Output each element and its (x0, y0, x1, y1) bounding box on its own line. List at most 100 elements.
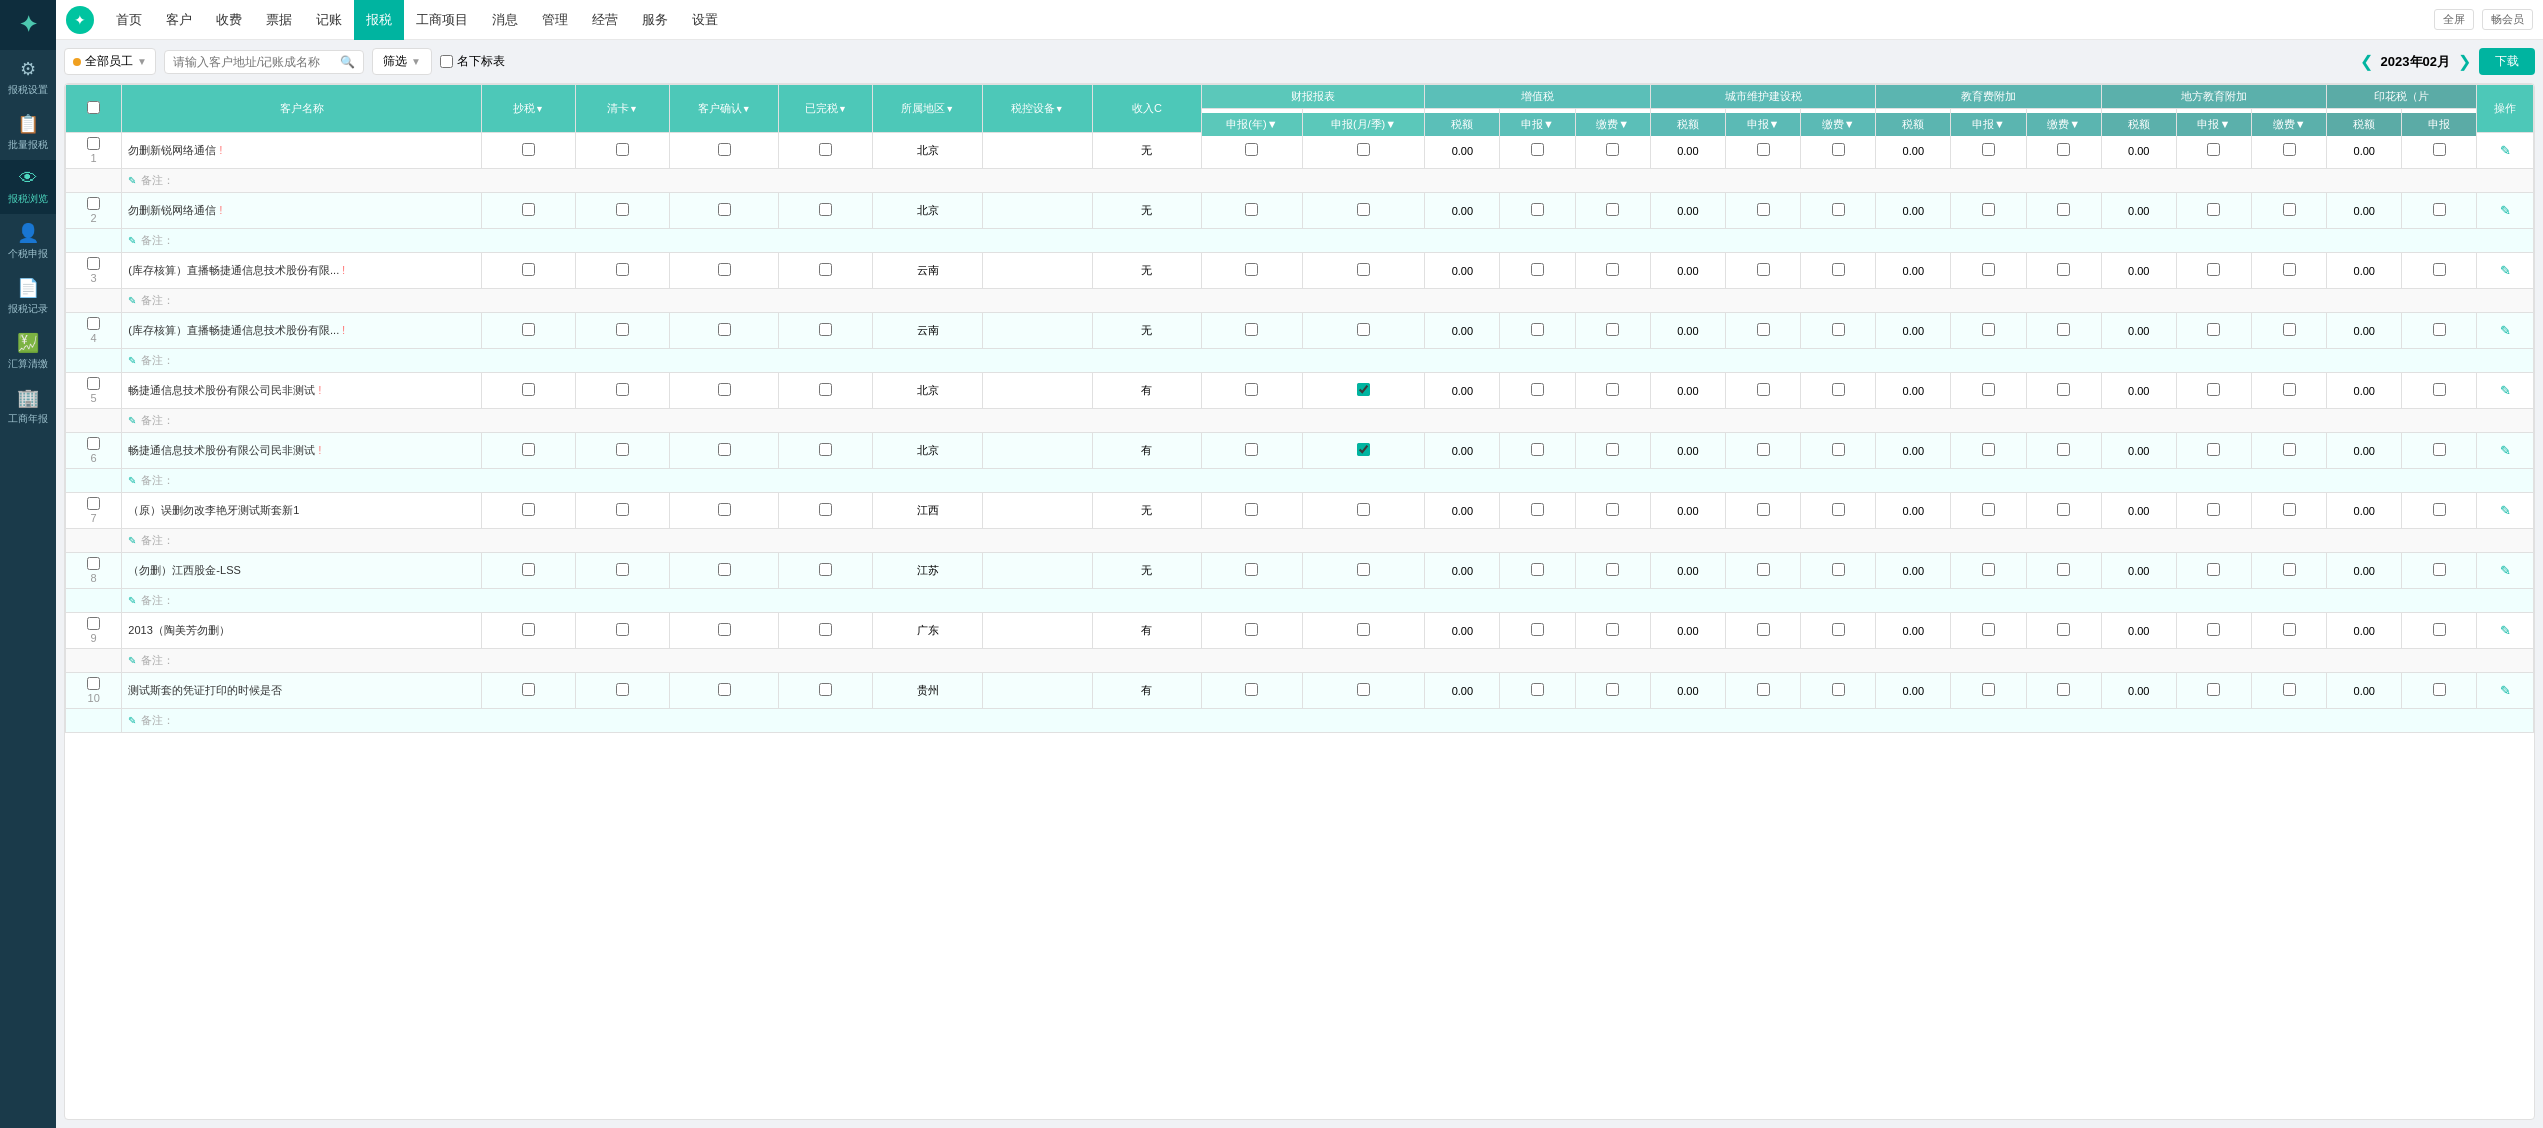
jiaoyu-jiaof-cb-2[interactable] (2057, 203, 2070, 216)
caiwu-year-cb-8[interactable] (1245, 563, 1258, 576)
row-checkbox-8[interactable] (87, 557, 100, 570)
zengjia-shenb-cb-9[interactable] (1531, 623, 1544, 636)
zengjia-jiaof-cell[interactable] (1575, 553, 1650, 589)
difang-shenb-cb-5[interactable] (2207, 383, 2220, 396)
caiwu-year-cell[interactable] (1202, 553, 1303, 589)
difang-jiaof-cell[interactable] (2252, 193, 2327, 229)
search-input[interactable] (173, 55, 336, 69)
filed-cell[interactable] (779, 553, 873, 589)
chaoshui-cb-8[interactable] (522, 563, 535, 576)
search-box[interactable]: 🔍 (164, 50, 364, 74)
jiaoyu-jiaof-cell[interactable] (2026, 493, 2101, 529)
yinshua-shenb-cell[interactable] (2402, 373, 2477, 409)
edit-icon-10[interactable]: ✎ (2500, 683, 2511, 698)
confirm-cell[interactable] (669, 553, 779, 589)
jiaoyu-shenb-cb-2[interactable] (1982, 203, 1995, 216)
chaoshui-cell[interactable] (482, 553, 576, 589)
caiwu-month-cb-10[interactable] (1357, 683, 1370, 696)
zengjia-jiaof-cb-7[interactable] (1606, 503, 1619, 516)
caiwu-year-cell[interactable] (1202, 613, 1303, 649)
chaoshui-cell[interactable] (482, 433, 576, 469)
difang-jiaof-cb-2[interactable] (2283, 203, 2296, 216)
zengjia-jiaof-cell[interactable] (1575, 253, 1650, 289)
jiaoyu-jiaof-cb-10[interactable] (2057, 683, 2070, 696)
chengshi-jiaof-cb-7[interactable] (1832, 503, 1845, 516)
caiwu-month-cell[interactable] (1302, 493, 1425, 529)
next-month-button[interactable]: ❯ (2458, 52, 2471, 71)
confirm-cb-10[interactable] (718, 683, 731, 696)
jiaoyu-shenb-cb-5[interactable] (1982, 383, 1995, 396)
confirm-cb-7[interactable] (718, 503, 731, 516)
qingka-cb-3[interactable] (616, 263, 629, 276)
qingka-cb-2[interactable] (616, 203, 629, 216)
filed-cb-1[interactable] (819, 143, 832, 156)
chengshi-shenb-cell[interactable] (1725, 613, 1800, 649)
confirm-cell[interactable] (669, 193, 779, 229)
nav-settings[interactable]: 设置 (680, 0, 730, 40)
edit-icon-5[interactable]: ✎ (2500, 383, 2511, 398)
caiwu-year-cb-2[interactable] (1245, 203, 1258, 216)
chaoshui-cb-1[interactable] (522, 143, 535, 156)
confirm-cell[interactable] (669, 493, 779, 529)
confirm-cb-2[interactable] (718, 203, 731, 216)
caiwu-month-cb-6[interactable] (1357, 443, 1370, 456)
filed-cell[interactable] (779, 433, 873, 469)
jiaoyu-jiaof-cb-3[interactable] (2057, 263, 2070, 276)
difang-shenb-cell[interactable] (2176, 193, 2251, 229)
qingka-cb-6[interactable] (616, 443, 629, 456)
note-pencil-icon-7[interactable]: ✎ (128, 535, 136, 546)
chengshi-jiaof-cb-6[interactable] (1832, 443, 1845, 456)
filed-cell[interactable] (779, 613, 873, 649)
chengshi-shenb-cell[interactable] (1725, 253, 1800, 289)
filed-cb-6[interactable] (819, 443, 832, 456)
yinshua-shenb-cell[interactable] (2402, 673, 2477, 709)
mingxia-checkbox[interactable] (440, 55, 453, 68)
nav-tax[interactable]: 报税 (354, 0, 404, 40)
nav-billing[interactable]: 收费 (204, 0, 254, 40)
note-pencil-icon-6[interactable]: ✎ (128, 475, 136, 486)
chengshi-shenb-cb-4[interactable] (1757, 323, 1770, 336)
filter-button[interactable]: 筛选 ▼ (372, 48, 432, 75)
difang-shenb-cb-3[interactable] (2207, 263, 2220, 276)
note-pencil-icon-8[interactable]: ✎ (128, 595, 136, 606)
yinshua-shenb-cell[interactable] (2402, 553, 2477, 589)
nav-bookkeeping[interactable]: 记账 (304, 0, 354, 40)
difang-jiaof-cb-6[interactable] (2283, 443, 2296, 456)
caiwu-month-cb-8[interactable] (1357, 563, 1370, 576)
chengshi-jiaof-cb-4[interactable] (1832, 323, 1845, 336)
zengjia-jiaof-cell[interactable] (1575, 373, 1650, 409)
op-cell[interactable]: ✎ (2477, 373, 2534, 409)
mingxia-checkbox-label[interactable]: 名下标表 (440, 53, 505, 70)
jiaoyu-shenb-cb-9[interactable] (1982, 623, 1995, 636)
edit-icon-3[interactable]: ✎ (2500, 263, 2511, 278)
select-all-checkbox[interactable] (87, 101, 100, 114)
yinshua-shenb-cb-1[interactable] (2433, 143, 2446, 156)
chengshi-jiaof-cb-8[interactable] (1832, 563, 1845, 576)
yinshua-shenb-cell[interactable] (2402, 133, 2477, 169)
chengshi-jiaof-cb-3[interactable] (1832, 263, 1845, 276)
yinshua-shenb-cell[interactable] (2402, 253, 2477, 289)
chengshi-shenb-cb-7[interactable] (1757, 503, 1770, 516)
zengjia-shenb-cb-10[interactable] (1531, 683, 1544, 696)
chengshi-jiaof-cb-2[interactable] (1832, 203, 1845, 216)
caiwu-year-cell[interactable] (1202, 373, 1303, 409)
difang-jiaof-cell[interactable] (2252, 253, 2327, 289)
chaoshui-cb-10[interactable] (522, 683, 535, 696)
caiwu-year-cb-4[interactable] (1245, 323, 1258, 336)
op-cell[interactable]: ✎ (2477, 193, 2534, 229)
qingka-cb-5[interactable] (616, 383, 629, 396)
chaoshui-cell[interactable] (482, 493, 576, 529)
jiaoyu-jiaof-cb-5[interactable] (2057, 383, 2070, 396)
chengshi-jiaof-cell[interactable] (1801, 193, 1876, 229)
difang-jiaof-cell[interactable] (2252, 673, 2327, 709)
yinshua-shenb-cb-9[interactable] (2433, 623, 2446, 636)
jiaoyu-shenb-cell[interactable] (1951, 193, 2026, 229)
chengshi-shenb-cell[interactable] (1725, 193, 1800, 229)
caiwu-month-cell[interactable] (1302, 613, 1425, 649)
chaoshui-cell[interactable] (482, 373, 576, 409)
zengjia-shenb-cell[interactable] (1500, 493, 1575, 529)
caiwu-year-cell[interactable] (1202, 313, 1303, 349)
filed-cb-8[interactable] (819, 563, 832, 576)
yinshua-shenb-cb-7[interactable] (2433, 503, 2446, 516)
op-cell[interactable]: ✎ (2477, 613, 2534, 649)
